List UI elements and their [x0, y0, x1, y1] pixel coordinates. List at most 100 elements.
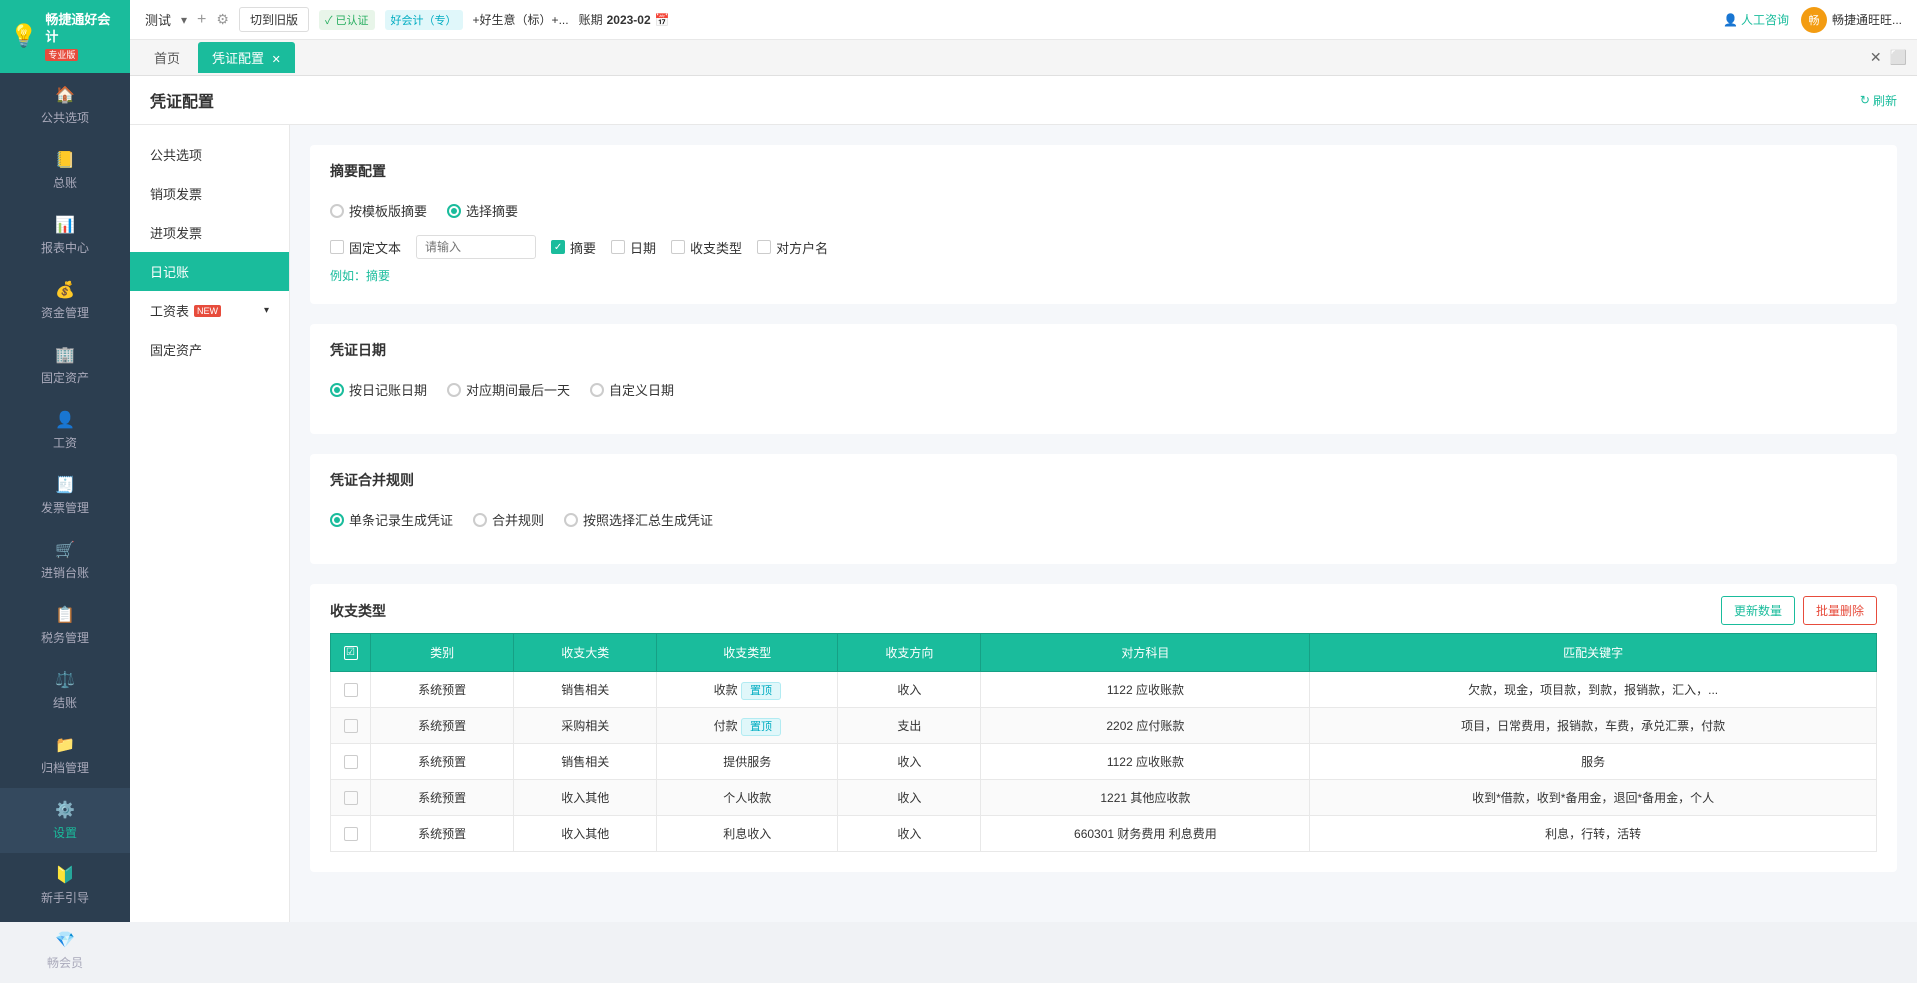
td-category-1: 系统预置	[371, 708, 514, 744]
td-direction-3: 收入	[838, 780, 981, 816]
sidebar-item-reports[interactable]: 📊 报表中心	[0, 203, 130, 268]
left-nav-public[interactable]: 公共选项	[130, 135, 289, 174]
user-menu[interactable]: 畅 畅捷通旺旺...	[1801, 7, 1902, 33]
th-category: 类别	[371, 634, 514, 672]
sidebar-item-tax[interactable]: 📋 税务管理	[0, 593, 130, 658]
sidebar-item-home[interactable]: 🏠 公共选项	[0, 73, 130, 138]
app-name: 畅捷通好会计	[45, 12, 120, 46]
row-checkbox-4[interactable]	[344, 827, 358, 841]
row-checkbox-2[interactable]	[344, 755, 358, 769]
merge-radio-rule[interactable]: 合并规则	[473, 510, 544, 529]
app-edition: 专业版	[45, 49, 78, 61]
topbar-dropdown[interactable]: ▾	[181, 13, 187, 27]
summary-radio-select[interactable]: 选择摘要	[447, 201, 518, 220]
topbar-plus[interactable]: +	[197, 11, 206, 29]
left-nav-payroll[interactable]: 工资表 NEW ▾	[130, 291, 289, 330]
tab-close-icon[interactable]: ✕	[272, 54, 281, 66]
date-radio-custom[interactable]: 自定义日期	[590, 380, 674, 399]
checkbox-summary[interactable]: ✓ 摘要	[551, 238, 596, 257]
date-section: 凭证日期 按日记账日期 对应期间最后一天	[310, 324, 1897, 434]
td-checkbox-2[interactable]	[331, 744, 371, 780]
sidebar-item-ledger-label: 总账	[53, 174, 77, 191]
td-category-4: 系统预置	[371, 816, 514, 852]
delete-button[interactable]: 批量删除	[1803, 596, 1877, 625]
td-checkbox-0[interactable]	[331, 672, 371, 708]
td-keywords-2: 服务	[1310, 744, 1877, 780]
topbar-gear[interactable]: ⚙	[216, 11, 229, 28]
date-section-body: 按日记账日期 对应期间最后一天 自定义日期	[310, 370, 1897, 434]
checkbox-box-summary: ✓	[551, 240, 565, 254]
member-icon: 💎	[55, 930, 75, 950]
tab-close-window-btn[interactable]: ✕	[1870, 49, 1882, 66]
td-major-4: 收入其他	[514, 816, 657, 852]
left-nav-fixed-assets[interactable]: 固定资产	[130, 330, 289, 369]
radio-circle-diary	[330, 383, 344, 397]
sub-type-text-1: 付款	[714, 719, 738, 733]
tab-home[interactable]: 首页	[140, 42, 194, 73]
td-checkbox-4[interactable]	[331, 816, 371, 852]
left-nav-sales-invoice[interactable]: 销项发票	[130, 174, 289, 213]
sidebar-item-member[interactable]: 💎 畅会员	[0, 918, 130, 983]
left-nav-purchase-invoice[interactable]: 进项发票	[130, 213, 289, 252]
update-button[interactable]: 更新数量	[1721, 596, 1795, 625]
sidebar-item-archive[interactable]: 📁 归档管理	[0, 723, 130, 788]
radio-circle-single	[330, 513, 344, 527]
summary-section-body: 按模板版摘要 选择摘要 固定文本	[310, 191, 1897, 304]
purchase-icon: 🛒	[55, 540, 75, 560]
td-major-3: 收入其他	[514, 780, 657, 816]
select-all-checkbox[interactable]: ☑	[344, 646, 358, 660]
checkbox-fixed-text[interactable]: 固定文本	[330, 238, 401, 257]
switch-version-button[interactable]: 切到旧版	[239, 7, 309, 32]
td-direction-1: 支出	[838, 708, 981, 744]
guide-icon: 🔰	[55, 865, 75, 885]
tab-voucher-config[interactable]: 凭证配置 ✕	[198, 42, 295, 73]
main-area: 测试 ▾ + ⚙ 切到旧版 ✓ 已认证 好会计（专） +好生意（标）+... 账…	[130, 0, 1917, 922]
checkbox-income-type[interactable]: 收支类型	[671, 238, 742, 257]
td-checkbox-3[interactable]	[331, 780, 371, 816]
left-nav-diary[interactable]: 日记账	[130, 252, 289, 291]
sidebar-item-settings[interactable]: ⚙️ 设置	[0, 788, 130, 853]
merge-radio-group: 单条记录生成凭证 合并规则 按照选择汇总生成凭证	[330, 510, 1877, 529]
td-major-2: 销售相关	[514, 744, 657, 780]
sidebar: 💡 畅捷通好会计 专业版 🏠 公共选项 📒 总账 📊 报表中心 💰 资金管理 🏢…	[0, 0, 130, 922]
date-radio-last-day[interactable]: 对应期间最后一天	[447, 380, 570, 399]
merge-radio-summary[interactable]: 按照选择汇总生成凭证	[564, 510, 713, 529]
topbar: 测试 ▾ + ⚙ 切到旧版 ✓ 已认证 好会计（专） +好生意（标）+... 账…	[130, 0, 1917, 40]
date-radio-diary[interactable]: 按日记账日期	[330, 380, 427, 399]
sidebar-item-ledger[interactable]: 📒 总账	[0, 138, 130, 203]
td-sub-3: 个人收款	[657, 780, 838, 816]
summary-radio-template[interactable]: 按模板版摘要	[330, 201, 427, 220]
sidebar-item-member-label: 畅会员	[47, 954, 83, 971]
th-checkbox: ☑	[331, 634, 371, 672]
table-row: 系统预置 收入其他 个人收款 收入 1221 其他应收款 收到*借款，收到*备用…	[331, 780, 1877, 816]
help-button[interactable]: 👤 人工咨询	[1723, 11, 1789, 28]
fixed-text-input[interactable]	[416, 235, 536, 259]
tab-maximize-btn[interactable]: ⬜	[1890, 49, 1907, 66]
sidebar-item-guide[interactable]: 🔰 新手引导	[0, 853, 130, 918]
pin-tag-1[interactable]: 置顶	[741, 718, 781, 736]
sidebar-item-guide-label: 新手引导	[41, 889, 89, 906]
row-checkbox-3[interactable]	[344, 791, 358, 805]
pin-tag-0[interactable]: 置顶	[741, 682, 781, 700]
refresh-button[interactable]: ↻ 刷新	[1860, 92, 1897, 109]
checkbox-date[interactable]: 日期	[611, 238, 656, 257]
sidebar-item-invoice[interactable]: 🧾 发票管理	[0, 463, 130, 528]
income-section-title: 收支类型	[330, 601, 386, 621]
td-account-0: 1122 应收账款	[981, 672, 1310, 708]
row-checkbox-0[interactable]	[344, 683, 358, 697]
sidebar-item-salary[interactable]: 👤 工资	[0, 398, 130, 463]
td-checkbox-1[interactable]	[331, 708, 371, 744]
radio-circle-select	[447, 204, 461, 218]
sidebar-item-settlement[interactable]: ⚖️ 结账	[0, 658, 130, 723]
sidebar-item-funds[interactable]: 💰 资金管理	[0, 268, 130, 333]
td-category-2: 系统预置	[371, 744, 514, 780]
radio-circle-rule	[473, 513, 487, 527]
salary-icon: 👤	[55, 410, 75, 430]
checkbox-counterpart[interactable]: 对方户名	[757, 238, 828, 257]
sidebar-item-assets[interactable]: 🏢 固定资产	[0, 333, 130, 398]
calendar-icon[interactable]: 📅	[655, 13, 670, 27]
app-logo: 💡 畅捷通好会计 专业版	[0, 0, 130, 73]
row-checkbox-1[interactable]	[344, 719, 358, 733]
merge-radio-single[interactable]: 单条记录生成凭证	[330, 510, 453, 529]
sidebar-item-purchase[interactable]: 🛒 进销台账	[0, 528, 130, 593]
